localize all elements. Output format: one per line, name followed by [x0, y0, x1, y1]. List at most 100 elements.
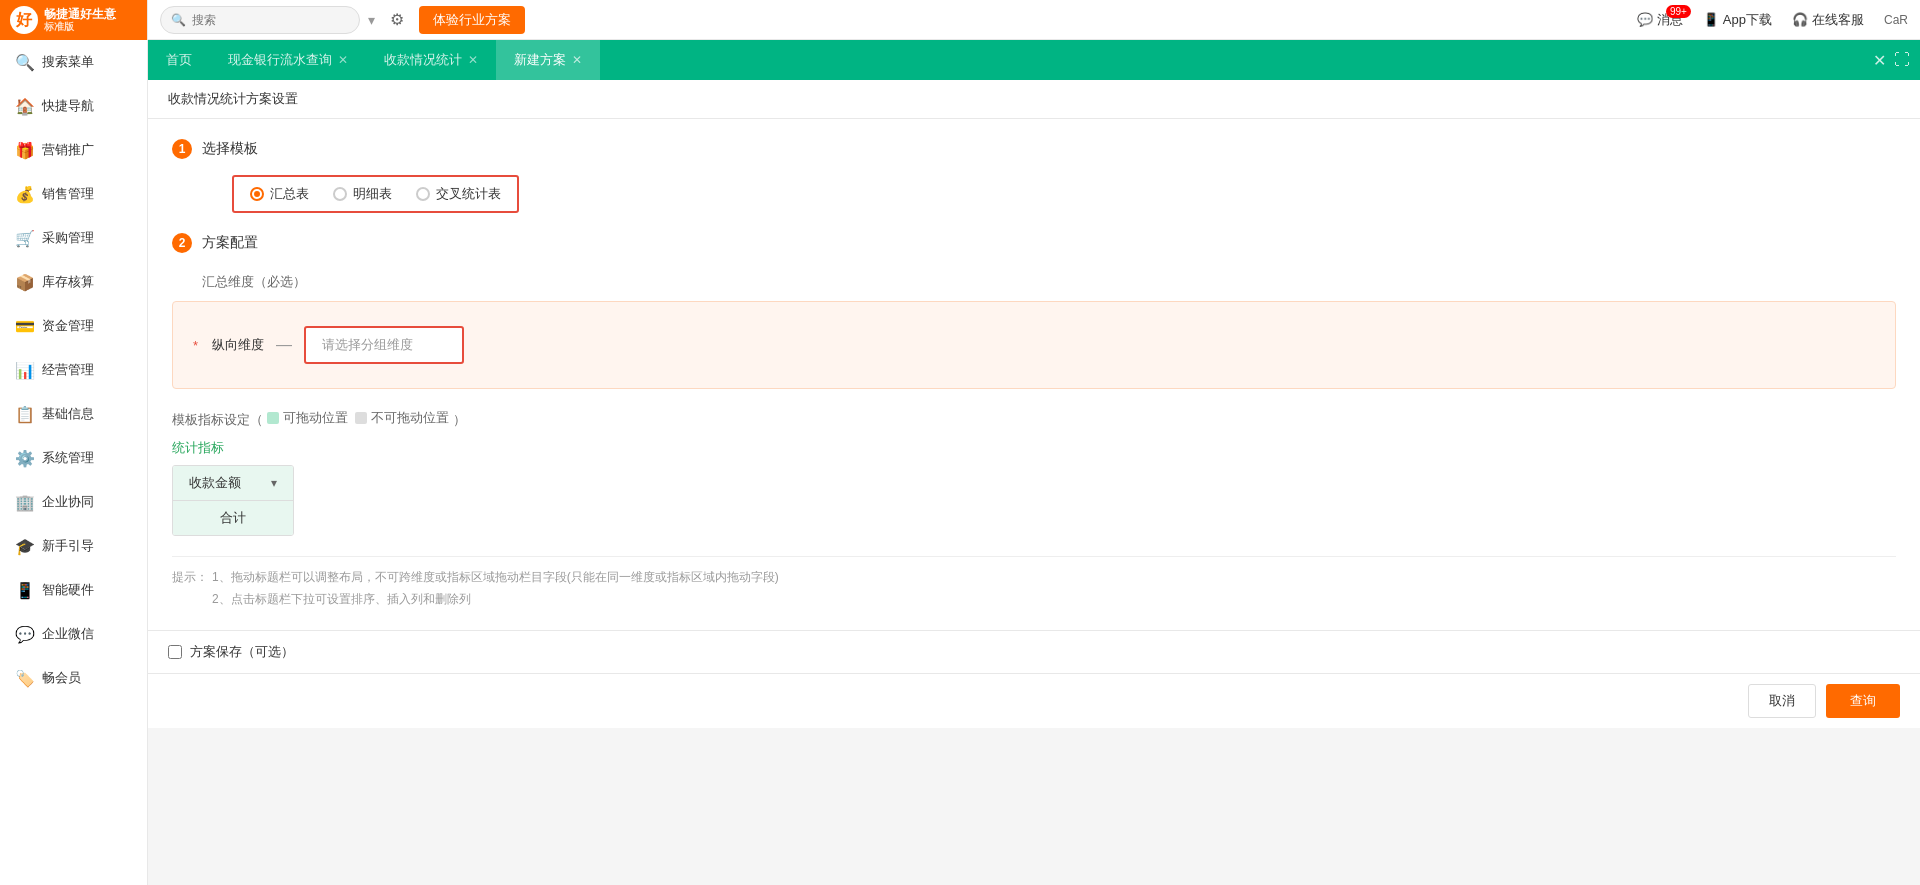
metrics-col-header[interactable]: 收款金额 ▾ [173, 466, 293, 501]
sidebar-item-fund[interactable]: 💳 资金管理 [0, 304, 147, 348]
quick-nav-icon: 🏠 [16, 97, 34, 115]
tab-maximize-icon[interactable]: ⛶ [1894, 51, 1910, 69]
radio-cross[interactable]: 交叉统计表 [416, 185, 501, 203]
metrics-col-header-label: 收款金额 [189, 474, 241, 492]
search-icon: 🔍 [171, 13, 186, 27]
metrics-col-chevron-icon[interactable]: ▾ [271, 476, 277, 490]
app-download-item[interactable]: 📱 App下载 [1703, 11, 1772, 29]
vertical-dim-label: 纵向维度 [212, 336, 264, 354]
tabbar: 首页 现金银行流水查询 ✕ 收款情况统计 ✕ 新建方案 ✕ ✕ ⛶ [148, 40, 1920, 80]
metrics-grid: 收款金额 ▾ 合计 [172, 465, 294, 536]
radio-summary[interactable]: 汇总表 [250, 185, 309, 203]
sidebar-item-search-menu[interactable]: 🔍 搜索菜单 [0, 40, 147, 84]
radio-detail[interactable]: 明细表 [333, 185, 392, 203]
search-input[interactable] [192, 13, 332, 27]
save-checkbox[interactable] [168, 645, 182, 659]
search-menu-icon: 🔍 [16, 53, 34, 71]
topbar-right: 💬 消息 99+ 📱 App下载 🎧 在线客服 CaR [1637, 11, 1908, 29]
topbar-gear-button[interactable]: ⚙ [383, 6, 411, 34]
sidebar-item-vip[interactable]: 🏷️ 畅会员 [0, 656, 147, 700]
sidebar-item-label: 快捷导航 [42, 97, 94, 115]
app-download-label: App下载 [1723, 11, 1772, 29]
tab-new-scheme-close-icon[interactable]: ✕ [572, 53, 582, 67]
query-button[interactable]: 查询 [1826, 684, 1900, 718]
sidebar-badge: 标准版 [44, 21, 116, 33]
save-row: 方案保存（可选） [148, 630, 1920, 673]
sidebar-item-label: 企业微信 [42, 625, 94, 643]
step2-label: 方案配置 [202, 234, 258, 252]
radio-summary-label: 汇总表 [270, 185, 309, 203]
tab-collection-stat-label: 收款情况统计 [384, 51, 462, 69]
system-icon: ⚙️ [16, 449, 34, 467]
tab-close-all-icon[interactable]: ✕ [1873, 51, 1886, 70]
purchase-icon: 🛒 [16, 229, 34, 247]
basic-info-icon: 📋 [16, 405, 34, 423]
tab-home-label: 首页 [166, 51, 192, 69]
metrics-col-value: 合计 [173, 501, 293, 535]
sidebar-item-marketing[interactable]: 🎁 营销推广 [0, 128, 147, 172]
dimension-box: * 纵向维度 — 请选择分组维度 [172, 301, 1896, 389]
app-download-icon: 📱 [1703, 12, 1719, 27]
metrics-col-value-label: 合计 [220, 510, 246, 525]
cancel-button[interactable]: 取消 [1748, 684, 1816, 718]
template-options: 汇总表 明细表 交叉统计表 [232, 175, 519, 213]
dimension-select-placeholder: 请选择分组维度 [322, 337, 413, 352]
stats-title: 统计指标 [172, 440, 224, 455]
sidebar-item-quick-nav[interactable]: 🏠 快捷导航 [0, 84, 147, 128]
tip2: 提示： 2、点击标题栏下拉可设置排序、插入列和删除列 [172, 589, 1896, 611]
scheme-config: 汇总维度（必选） * 纵向维度 — 请选择分组维度 [172, 273, 1896, 610]
form-section: 1 选择模板 汇总表 明细表 交叉统计表 [148, 119, 1920, 630]
action-bar: 取消 查询 [148, 673, 1920, 728]
sidebar-item-operation[interactable]: 📊 经营管理 [0, 348, 147, 392]
step1-header: 1 选择模板 [172, 139, 1896, 159]
fund-icon: 💳 [16, 317, 34, 335]
sidebar-item-label: 企业协同 [42, 493, 94, 511]
fixed-legend-label: 不可拖动位置 [371, 409, 449, 427]
topbar-dropdown-icon[interactable]: ▾ [368, 12, 375, 28]
radio-cross-circle [416, 187, 430, 201]
tab-collection-stat[interactable]: 收款情况统计 ✕ [366, 40, 496, 80]
sidebar-logo: 好 畅捷通好生意 标准版 [0, 0, 147, 40]
sidebar-item-enterprise-wechat[interactable]: 💬 企业微信 [0, 612, 147, 656]
tab-bank-flow[interactable]: 现金银行流水查询 ✕ [210, 40, 366, 80]
sidebar-item-inventory[interactable]: 📦 库存核算 [0, 260, 147, 304]
sidebar-item-label: 资金管理 [42, 317, 94, 335]
tab-new-scheme[interactable]: 新建方案 ✕ [496, 40, 600, 80]
marketing-icon: 🎁 [16, 141, 34, 159]
sidebar: 好 畅捷通好生意 标准版 🔍 搜索菜单 🏠 快捷导航 🎁 营销推广 💰 销售管理… [0, 0, 148, 885]
tip1: 提示： 1、拖动标题栏可以调整布局，不可跨维度或指标区域拖动栏目字段(只能在同一… [172, 567, 1896, 589]
required-asterisk: * [193, 338, 198, 353]
radio-detail-circle [333, 187, 347, 201]
step2-header: 2 方案配置 [172, 233, 1896, 253]
tab-collection-stat-close-icon[interactable]: ✕ [468, 53, 478, 67]
metrics-section: 模板指标设定（ 可拖动位置 不可拖动位置 ） [172, 409, 1896, 536]
tab-home[interactable]: 首页 [148, 40, 210, 80]
dimension-section-title: 汇总维度（必选） [202, 273, 1896, 291]
headset-icon: 🎧 [1792, 12, 1808, 27]
sidebar-item-sales[interactable]: 💰 销售管理 [0, 172, 147, 216]
sidebar-item-system[interactable]: ⚙️ 系统管理 [0, 436, 147, 480]
logo-icon: 好 [10, 6, 38, 34]
topbar-search-box[interactable]: 🔍 [160, 6, 360, 34]
dimension-select[interactable]: 请选择分组维度 [304, 326, 464, 364]
sidebar-item-label: 系统管理 [42, 449, 94, 467]
sidebar-item-smart-hw[interactable]: 📱 智能硬件 [0, 568, 147, 612]
tip2-content: 2、点击标题栏下拉可设置排序、插入列和删除列 [212, 589, 471, 611]
topbar-message-item[interactable]: 💬 消息 99+ [1637, 11, 1683, 29]
sidebar-item-enterprise[interactable]: 🏢 企业协同 [0, 480, 147, 524]
metrics-header: 模板指标设定（ 可拖动位置 不可拖动位置 ） [172, 409, 1896, 429]
sidebar-item-purchase[interactable]: 🛒 采购管理 [0, 216, 147, 260]
sidebar-item-newbie[interactable]: 🎓 新手引导 [0, 524, 147, 568]
sidebar-item-label: 基础信息 [42, 405, 94, 423]
step1-label: 选择模板 [202, 140, 258, 158]
tab-bank-flow-close-icon[interactable]: ✕ [338, 53, 348, 67]
online-service-label: 在线客服 [1812, 11, 1864, 29]
dimension-row: * 纵向维度 — 请选择分组维度 [193, 326, 1875, 364]
sidebar-item-label: 搜索菜单 [42, 53, 94, 71]
trial-button[interactable]: 体验行业方案 [419, 6, 525, 34]
online-service-item[interactable]: 🎧 在线客服 [1792, 11, 1864, 29]
tip1-text: 提示： [172, 567, 208, 589]
sidebar-item-basic-info[interactable]: 📋 基础信息 [0, 392, 147, 436]
sidebar-item-label: 库存核算 [42, 273, 94, 291]
sidebar-item-label: 畅会员 [42, 669, 81, 687]
